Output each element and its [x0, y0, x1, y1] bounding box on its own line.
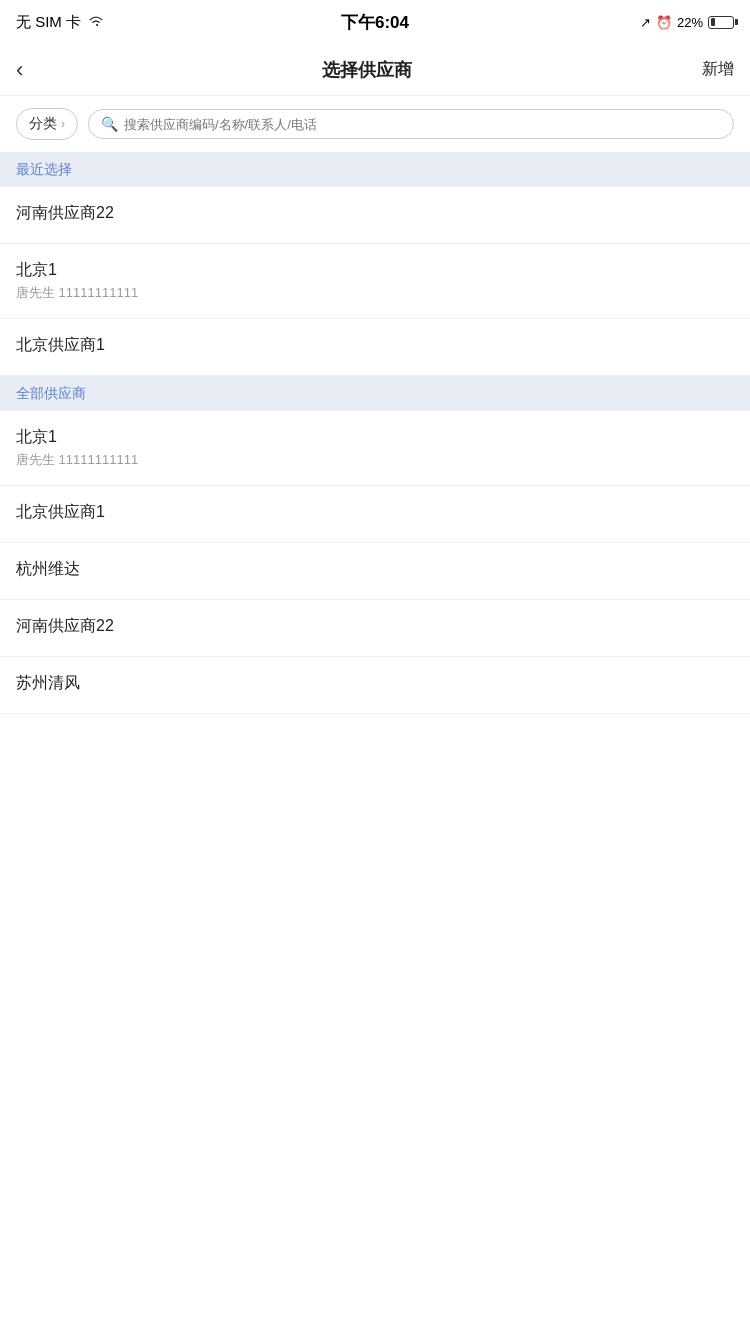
back-button[interactable]: ‹ [16, 49, 31, 91]
item-name: 苏州清风 [16, 673, 734, 694]
item-name: 河南供应商22 [16, 616, 734, 637]
item-name: 北京1 [16, 260, 734, 281]
recent-list: 河南供应商22 北京1 唐先生 11111111111 北京供应商1 [0, 187, 750, 376]
item-sub: 唐先生 11111111111 [16, 284, 734, 302]
all-list: 北京1 唐先生 11111111111 北京供应商1 杭州维达河南供应商22 苏州清风 [0, 411, 750, 714]
recent-list-item[interactable]: 北京供应商1 [0, 319, 750, 376]
add-button[interactable]: 新增 [702, 59, 734, 80]
alarm-icon: ⏰ [656, 15, 672, 30]
chevron-right-icon: › [61, 117, 65, 131]
all-list-item[interactable]: 北京1 唐先生 11111111111 [0, 411, 750, 486]
status-time: 下午6:04 [341, 11, 409, 34]
battery-icon [708, 16, 734, 29]
status-right: ↗ ⏰ 22% [640, 15, 734, 30]
item-sub: 唐先生 11111111111 [16, 451, 734, 469]
battery-percent: 22% [677, 15, 703, 30]
item-name: 杭州维达 [16, 559, 734, 580]
all-section-label: 全部供应商 [16, 385, 86, 401]
item-name: 北京供应商1 [16, 502, 734, 523]
search-input[interactable] [124, 117, 721, 132]
nav-bar: ‹ 选择供应商 新增 [0, 44, 750, 96]
page-title: 选择供应商 [322, 58, 412, 82]
status-bar: 无 SIM 卡 下午6:04 ↗ ⏰ 22% [0, 0, 750, 44]
location-icon: ↗ [640, 15, 651, 30]
item-name: 北京供应商1 [16, 335, 734, 356]
recent-list-item[interactable]: 河南供应商22 [0, 187, 750, 244]
search-icon: 🔍 [101, 116, 118, 132]
category-label: 分类 [29, 115, 57, 133]
toolbar: 分类 › 🔍 [0, 96, 750, 152]
status-left: 无 SIM 卡 [16, 13, 105, 32]
recent-section-label: 最近选择 [16, 161, 72, 177]
all-list-item[interactable]: 河南供应商22 [0, 600, 750, 657]
search-box[interactable]: 🔍 [88, 109, 734, 139]
item-name: 河南供应商22 [16, 203, 734, 224]
carrier-text: 无 SIM 卡 [16, 13, 81, 32]
all-list-item[interactable]: 杭州维达 [0, 543, 750, 600]
all-list-item[interactable]: 北京供应商1 [0, 486, 750, 543]
recent-list-item[interactable]: 北京1 唐先生 11111111111 [0, 244, 750, 319]
all-list-item[interactable]: 苏州清风 [0, 657, 750, 714]
category-filter-button[interactable]: 分类 › [16, 108, 78, 140]
all-section-header: 全部供应商 [0, 376, 750, 411]
recent-section-header: 最近选择 [0, 152, 750, 187]
item-name: 北京1 [16, 427, 734, 448]
wifi-icon [87, 14, 105, 31]
